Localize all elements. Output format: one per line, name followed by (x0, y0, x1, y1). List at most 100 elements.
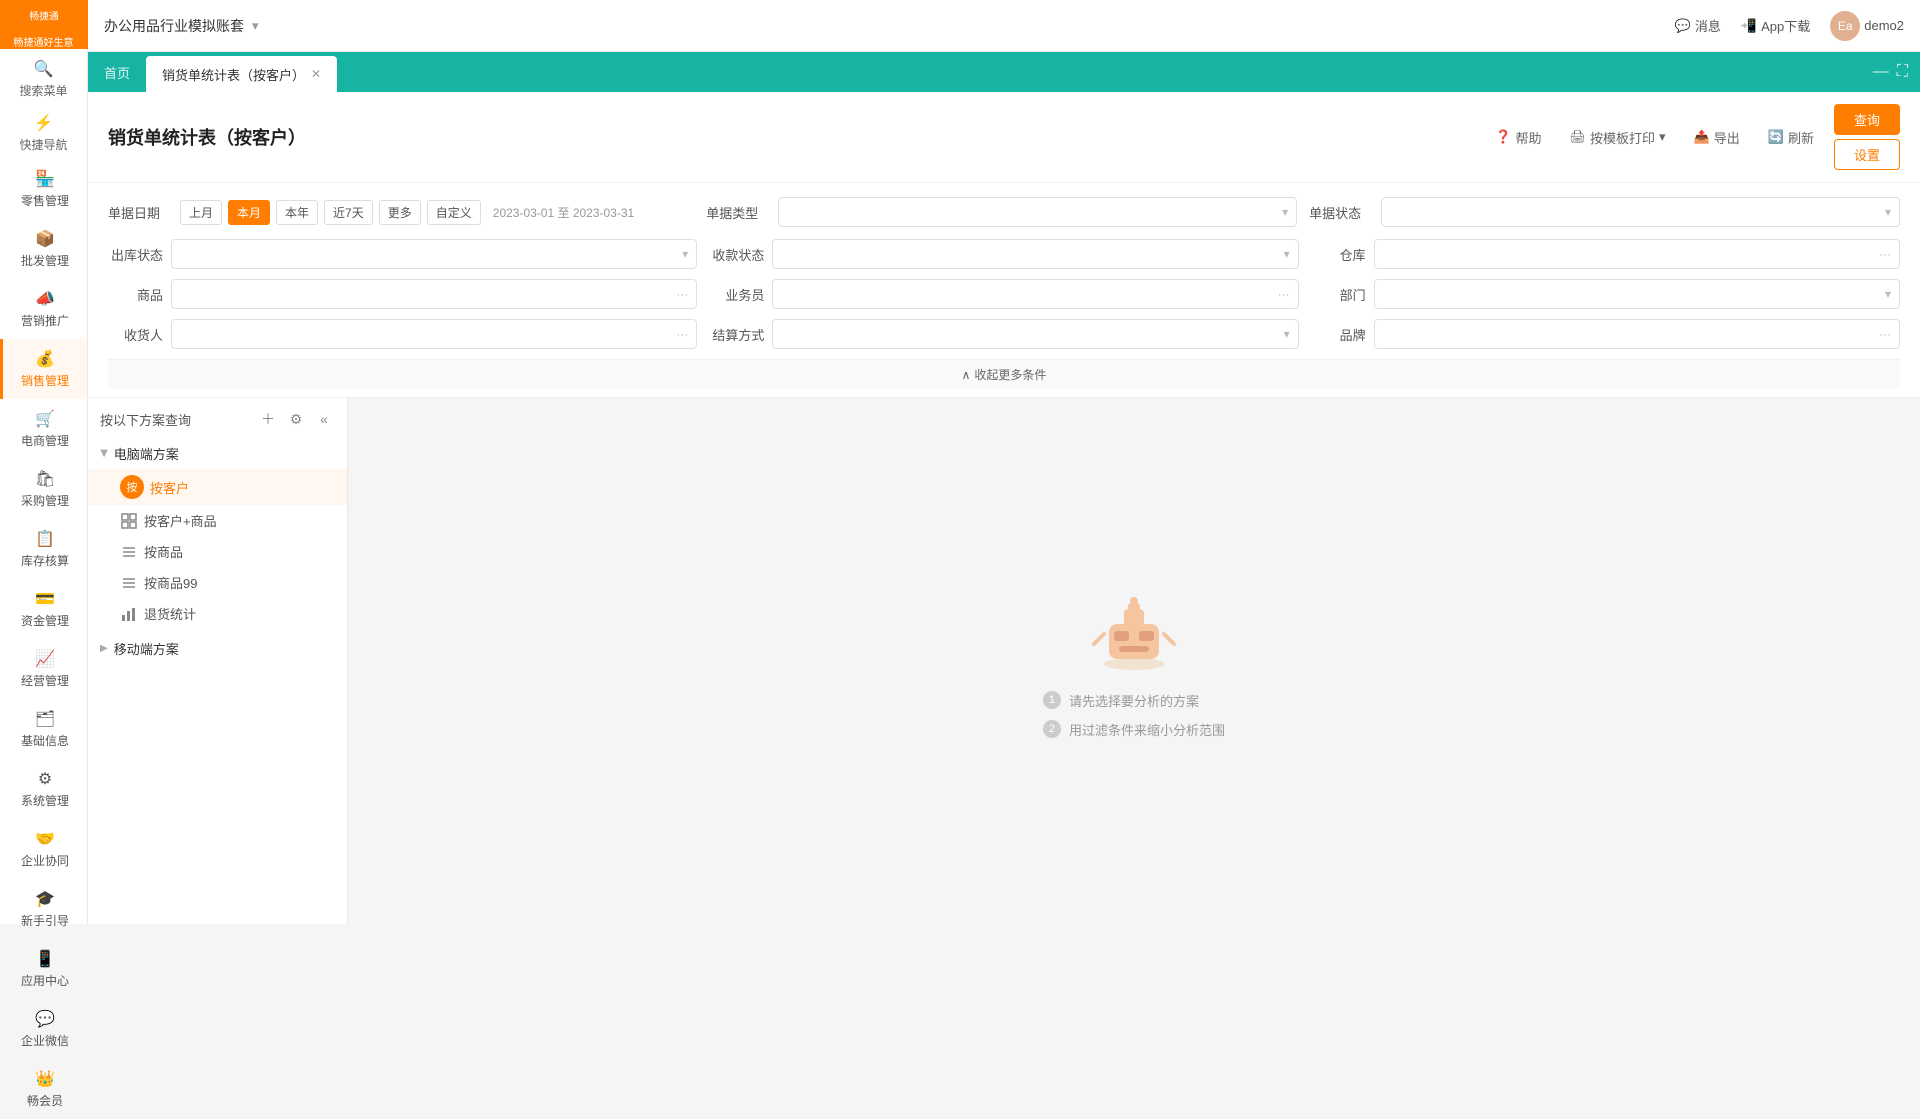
user-profile-btn[interactable]: Ea demo2 (1830, 11, 1904, 41)
doc-type-control[interactable]: ▾ (778, 197, 1297, 227)
sidebar-item-marketing[interactable]: 📣 营销推广 (0, 279, 87, 339)
receipt-status-control[interactable]: ▾ (772, 239, 1298, 269)
out-status-control[interactable]: ▾ (171, 239, 697, 269)
scheme-collapse-btn[interactable]: « (313, 408, 335, 430)
filter-item-out-status: 出库状态 ▾ (108, 239, 697, 269)
filter-item-salesperson: 业务员 ··· (709, 279, 1298, 309)
scheme-item-by-customer-goods[interactable]: 按客户+商品 (88, 505, 347, 536)
sidebar-item-retail[interactable]: 🏪 零售管理 (0, 159, 87, 219)
filter-item-settlement: 结算方式 ▾ (709, 319, 1298, 349)
scheme-item-by-customer-label: 按客户 (150, 478, 189, 497)
salesperson-control[interactable]: ··· (772, 279, 1298, 309)
brand-dots-icon: ··· (1879, 327, 1891, 341)
sidebar-item-finance[interactable]: 💳 资金管理 (0, 579, 87, 639)
date-btn-last-month[interactable]: 上月 (180, 200, 222, 225)
topbar-dropdown-icon[interactable]: ▾ (252, 18, 259, 34)
user-name: demo2 (1864, 18, 1904, 33)
scheme-add-btn[interactable]: ＋ (257, 408, 279, 430)
sidebar-item-wholesale[interactable]: 📦 批发管理 (0, 219, 87, 279)
date-btn-custom[interactable]: 自定义 (427, 200, 481, 225)
scheme-item-by-goods[interactable]: 按商品 (88, 536, 347, 567)
department-control[interactable]: ▾ (1374, 279, 1900, 309)
sidebar-item-ecommerce[interactable]: 🛒 电商管理 (0, 399, 87, 459)
tab-sales-stats[interactable]: 销货单统计表（按客户） ✕ (146, 56, 337, 92)
warehouse-control[interactable]: ··· (1374, 239, 1900, 269)
marketing-label: 营销推广 (21, 312, 69, 329)
ecommerce-icon: 🛒 (35, 409, 55, 429)
doc-status-control[interactable]: ▾ (1381, 197, 1900, 227)
sidebar-item-member[interactable]: 👑 畅会员 (0, 1059, 87, 1119)
sidebar-item-wechat[interactable]: 💬 企业微信 (0, 999, 87, 1059)
refresh-btn[interactable]: 🔄 刷新 (1760, 124, 1822, 151)
brand-control[interactable]: ··· (1374, 319, 1900, 349)
maximize-btn[interactable]: ⛶ (1897, 63, 1908, 81)
finance-icon: 💳 (35, 589, 55, 609)
sidebar-item-system[interactable]: ⚙ 系统管理 (0, 759, 87, 819)
doc-type-label: 单据类型 (706, 203, 766, 222)
sidebar-item-inventory[interactable]: 📋 库存核算 (0, 519, 87, 579)
help-btn[interactable]: ❓ 帮助 (1487, 124, 1549, 151)
scheme-group-desktop-header[interactable]: ▶ 电脑端方案 (88, 438, 347, 469)
sidebar-item-apps[interactable]: 📱 应用中心 (0, 939, 87, 999)
empty-state-illustration (1084, 579, 1184, 679)
sidebar-item-purchase[interactable]: 🛍 采购管理 (0, 459, 87, 519)
enterprise-icon: 🤝 (35, 829, 55, 849)
sidebar-item-sales[interactable]: 💰 销售管理 (0, 339, 87, 399)
scheme-group-desktop-arrow: ▶ (98, 450, 109, 458)
date-btn-this-year[interactable]: 本年 (276, 200, 318, 225)
sidebar: 畅捷通 畅捷通好生意 🔍 搜索菜单 ⚡ 快捷导航 🏪 零售管理 📦 批发管理 📣… (0, 0, 88, 924)
sidebar-item-operations[interactable]: 📈 经营管理 (0, 639, 87, 699)
sales-label: 销售管理 (21, 372, 69, 389)
scheme-item-by-customer[interactable]: 按 按客户 (88, 469, 347, 505)
date-btn-7days[interactable]: 近7天 (324, 200, 373, 225)
sidebar-item-enterprise[interactable]: 🤝 企业协同 (0, 819, 87, 879)
query-btn[interactable]: 查询 (1834, 104, 1900, 135)
scheme-header-actions: ＋ ⚙ « (257, 408, 335, 430)
goods-control[interactable]: ··· (171, 279, 697, 309)
app-download-btn[interactable]: 📲 App下载 (1741, 16, 1810, 35)
settings-btn[interactable]: 设置 (1834, 139, 1900, 170)
sidebar-search[interactable]: 🔍 搜索菜单 (0, 49, 87, 105)
brand-label: 品牌 (1311, 325, 1366, 344)
date-label: 单据日期 (108, 203, 168, 222)
apps-icon: 📱 (35, 949, 55, 969)
sidebar-quick-nav[interactable]: ⚡ 快捷导航 (0, 105, 87, 159)
empty-hint-2: 用过滤条件来缩小分析范围 (1069, 720, 1225, 739)
filter-row-2: 出库状态 ▾ 收款状态 ▾ 仓库 (108, 239, 1900, 269)
date-btn-more[interactable]: 更多 (379, 200, 421, 225)
scheme-settings-btn[interactable]: ⚙ (285, 408, 307, 430)
tab-home[interactable]: 首页 (88, 52, 146, 92)
system-icon: ⚙ (35, 769, 55, 789)
warehouse-label: 仓库 (1311, 245, 1366, 264)
scheme-item-return-stats-icon (120, 605, 138, 623)
print-btn[interactable]: 🖨 按模板打印 ▾ (1562, 124, 1674, 151)
scheme-group-mobile-header[interactable]: ▶ 移动端方案 (88, 633, 347, 664)
sidebar-logo[interactable]: 畅捷通 畅捷通好生意 (0, 0, 88, 49)
export-btn[interactable]: 📤 导出 (1686, 124, 1748, 151)
message-btn[interactable]: 💬 消息 (1675, 16, 1721, 35)
tab-close-btn[interactable]: ✕ (311, 67, 321, 81)
scheme-item-by-goods99[interactable]: 按商品99 (88, 567, 347, 598)
date-btn-this-month[interactable]: 本月 (228, 200, 270, 225)
scheme-item-by-goods-label: 按商品 (144, 542, 183, 561)
scheme-group-mobile-label: 移动端方案 (114, 639, 179, 658)
sidebar-item-basic[interactable]: 🗂 基础信息 (0, 699, 87, 759)
salesperson-label: 业务员 (709, 285, 764, 304)
consignee-control[interactable]: ··· (171, 319, 697, 349)
wholesale-icon: 📦 (35, 229, 55, 249)
settlement-control[interactable]: ▾ (772, 319, 1298, 349)
scheme-panel-header: 按以下方案查询 ＋ ⚙ « (88, 408, 347, 438)
scheme-item-return-stats[interactable]: 退货统计 (88, 598, 347, 629)
collapse-bar[interactable]: ∧ 收起更多条件 (108, 359, 1900, 389)
scheme-item-by-customer-goods-icon (120, 512, 138, 530)
filter-item-department: 部门 ▾ (1311, 279, 1900, 309)
scheme-item-by-customer-goods-label: 按客户+商品 (144, 511, 217, 530)
wechat-label: 企业微信 (21, 1032, 69, 1049)
sidebar-item-guide[interactable]: 🎓 新手引导 (0, 879, 87, 939)
wholesale-label: 批发管理 (21, 252, 69, 269)
export-label: 导出 (1714, 128, 1740, 147)
minimize-btn[interactable]: — (1873, 63, 1889, 81)
scheme-panel: 按以下方案查询 ＋ ⚙ « ▶ 电脑端方案 按 (88, 398, 348, 924)
out-status-label: 出库状态 (108, 245, 163, 264)
filter-item-consignee: 收货人 ··· (108, 319, 697, 349)
